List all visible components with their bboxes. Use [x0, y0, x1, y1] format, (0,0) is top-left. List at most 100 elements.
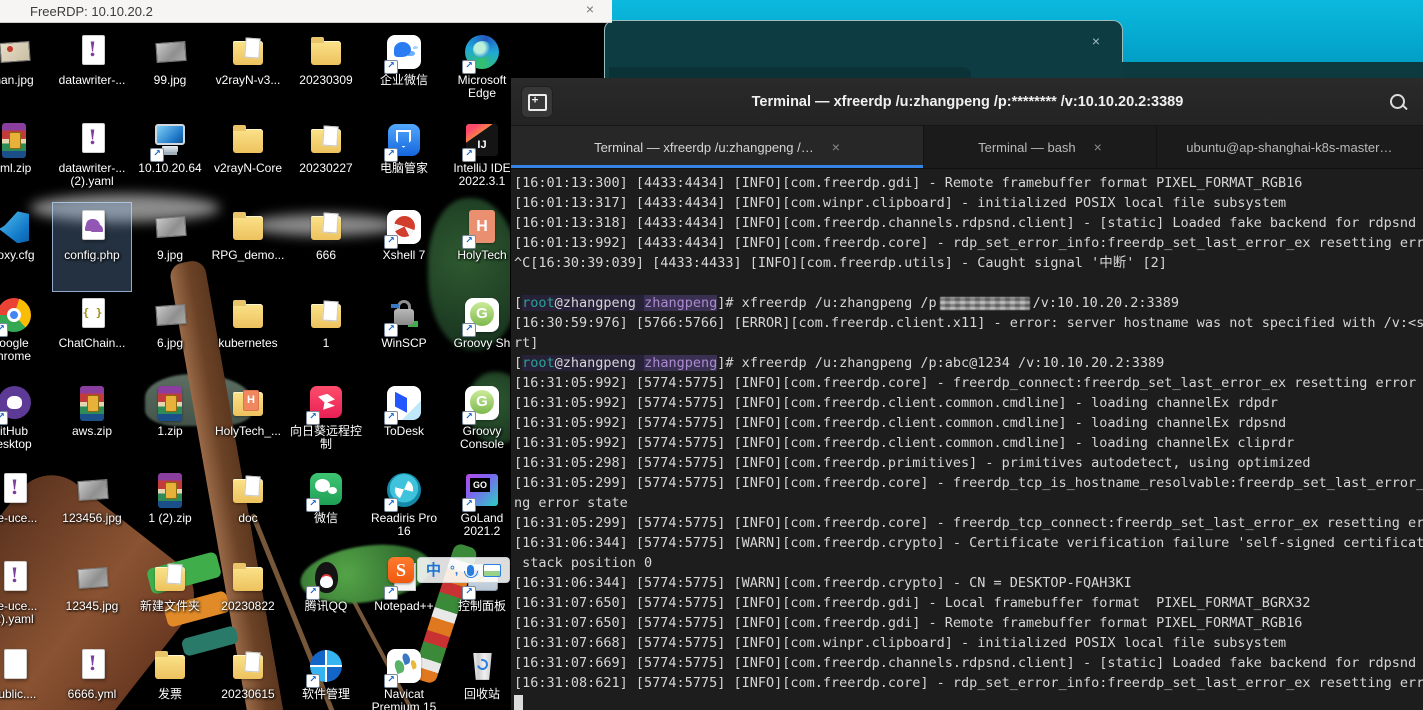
desktop-icon-label: v2rayN-Core	[213, 160, 282, 175]
desktop-icon[interactable]: ↗ WinSCP	[365, 291, 443, 379]
desktop-icon[interactable]: ↗ 软件管理	[287, 642, 365, 710]
icon-box: ↗	[0, 291, 34, 338]
desktop-icon[interactable]: HolyTech_...	[209, 379, 287, 467]
desktop-icon[interactable]: 666	[287, 203, 365, 291]
desktop-icon[interactable]: ↗ 电脑管家	[365, 116, 443, 204]
terminal-tab[interactable]: Terminal — bash ×	[924, 126, 1157, 168]
terminal-tab[interactable]: ubuntu@ap-shanghai-k8s-master-1: ~	[1157, 126, 1423, 168]
terminal-line: [16:01:13:318] [4433:4434] [INFO][com.fr…	[514, 215, 1417, 231]
folder-icon	[228, 120, 268, 160]
desktop-icon[interactable]: ↗ oogle hrome	[0, 291, 53, 379]
desktop-icon[interactable]: 99.jpg	[131, 28, 209, 116]
desktop-icon[interactable]: ↗ ToDesk	[365, 379, 443, 467]
tab-close-icon[interactable]: ×	[1094, 139, 1102, 155]
keyboard-icon[interactable]	[483, 563, 502, 577]
desktop-icon-label: WinSCP	[381, 336, 427, 351]
desktop-icon[interactable]: 20230309	[287, 28, 365, 116]
background-window-teal[interactable]: ×	[604, 20, 1123, 79]
desktop-icon-label: 6.jpg	[156, 336, 184, 351]
desktop-icon[interactable]: 1.zip	[131, 379, 209, 467]
desktop-icon[interactable]: ↗ 微信	[287, 466, 365, 554]
terminal-window: Terminal — xfreerdp /u:zhangpeng /p:****…	[510, 78, 1423, 710]
desktop-icon[interactable]: ↗ 向日葵远程控 制	[287, 379, 365, 467]
desktop-icon-label: Xshell 7	[382, 248, 426, 263]
desktop-icon[interactable]: ↗ 腾讯QQ	[287, 554, 365, 642]
icon-box: ↗	[384, 466, 424, 513]
shortcut-arrow-icon: ↗	[306, 498, 320, 513]
desktop-icon[interactable]: 20230822	[209, 554, 287, 642]
desktop-icon[interactable]: 20230227	[287, 116, 365, 204]
input-method-toolbar[interactable]: S 中 °,	[388, 556, 511, 584]
desktop-icon[interactable]: roxy.cfg	[0, 203, 53, 291]
vscode-icon	[0, 207, 34, 247]
desktop-icon[interactable]: 12345.jpg	[53, 554, 131, 642]
folder-file-icon	[306, 207, 346, 247]
shortcut-arrow-icon: ↗	[306, 410, 320, 425]
desktop-icon[interactable]: ChatChain...	[53, 291, 131, 379]
new-tab-button[interactable]	[521, 86, 553, 118]
desktop-icon[interactable]: tml.zip	[0, 116, 53, 204]
sogou-logo-icon[interactable]: S	[388, 557, 414, 583]
desktop-icon-label: public....	[0, 686, 37, 701]
terminal-line: [16:31:05:299] [5774:5775] [INFO][com.fr…	[514, 515, 1423, 531]
search-button[interactable]	[1382, 86, 1412, 116]
desktop-icon-label: 123456.jpg	[62, 511, 122, 526]
shortcut-arrow-icon: ↗	[462, 323, 476, 338]
close-icon[interactable]: ×	[586, 1, 594, 17]
desktop-icon-label: 新建文件夹	[139, 599, 200, 614]
desktop-icon-label: 12345.jpg	[65, 599, 119, 614]
desktop-icon[interactable]: ↗ 企业微信	[365, 28, 443, 116]
background-window-teal-right[interactable]	[1121, 62, 1423, 78]
desktop-icon[interactable]: public....	[0, 642, 53, 710]
close-icon[interactable]: ×	[1092, 33, 1100, 49]
microphone-icon[interactable]	[464, 564, 479, 578]
desktop-icon[interactable]: datawriter-... (2).yaml	[53, 116, 131, 204]
desktop-icon[interactable]: ↗itHub esktop	[0, 379, 53, 467]
desktop-icon[interactable]: ne-uce...	[0, 466, 53, 554]
icon-box	[228, 28, 268, 72]
desktop-icon[interactable]: 1	[287, 291, 365, 379]
desktop-icon[interactable]: 发票	[131, 642, 209, 710]
icon-box: ↗	[150, 116, 190, 162]
desktop-icon[interactable]: nan.jpg	[0, 28, 53, 116]
desktop-icon[interactable]: aws.zip	[53, 379, 131, 467]
terminal-tab[interactable]: Terminal — xfreerdp /u:zhangpeng /… ×	[511, 126, 924, 168]
folder-file-icon	[150, 558, 190, 598]
folder-icon	[150, 646, 190, 686]
freerdp-titlebar[interactable]: FreeRDP: 10.10.20.2 ×	[0, 0, 612, 23]
desktop-icon[interactable]: 123456.jpg	[53, 466, 131, 554]
photo-icon	[150, 207, 190, 247]
desktop-icon[interactable]: ↗ Xshell 7	[365, 203, 443, 291]
desktop-icon[interactable]: 新建文件夹	[131, 554, 209, 642]
intellij-icon: ↗	[462, 120, 502, 162]
desktop-icon[interactable]: config.php	[52, 202, 132, 293]
icon-box: ↗	[0, 379, 34, 425]
desktop-icon[interactable]: v2rayN-Core	[209, 116, 287, 204]
desktop-icon[interactable]: kubernetes	[209, 291, 287, 379]
desktop-icon[interactable]: RPG_demo...	[209, 203, 287, 291]
desktop-icon[interactable]: 1 (2).zip	[131, 466, 209, 554]
desktop-icon[interactable]: v2rayN-v3...	[209, 28, 287, 116]
punctuation-icon[interactable]: °,	[450, 564, 458, 576]
terminal-line: [16:31:07:650] [5774:5775] [INFO][com.fr…	[514, 615, 1303, 631]
desktop-icon[interactable]: ↗ Readiris Pro 16	[365, 466, 443, 554]
desktop-icon[interactable]: 9.jpg	[131, 203, 209, 291]
desktop-icon[interactable]: 6666.yml	[53, 642, 131, 710]
desktop-icon-label: 10.10.20.64	[138, 160, 202, 175]
folder-icon	[306, 32, 346, 72]
terminal-screen[interactable]: [16:01:13:300] [4433:4434] [INFO][com.fr…	[511, 169, 1423, 710]
desktop-icon[interactable]: doc	[209, 466, 287, 554]
desktop-icon[interactable]: datawriter-...	[53, 28, 131, 116]
desktop-icon[interactable]: ne-uce... 2).yaml	[0, 554, 53, 642]
desktop-icon-label: 666	[315, 248, 337, 263]
desktop-icon[interactable]: ↗ Navicat Premium 15	[365, 642, 443, 710]
tab-close-icon[interactable]: ×	[832, 139, 840, 155]
desktop-icon[interactable]: 20230615	[209, 642, 287, 710]
chinese-mode-icon[interactable]: 中	[426, 563, 441, 578]
icon-box	[72, 554, 112, 598]
icon-box	[150, 466, 190, 510]
desktop-icon[interactable]: ↗ 10.10.20.64	[131, 116, 209, 204]
icon-box	[228, 466, 268, 510]
desktop-icon[interactable]: 6.jpg	[131, 291, 209, 379]
desktop-icon-label: datawriter-... (2).yaml	[58, 160, 126, 188]
